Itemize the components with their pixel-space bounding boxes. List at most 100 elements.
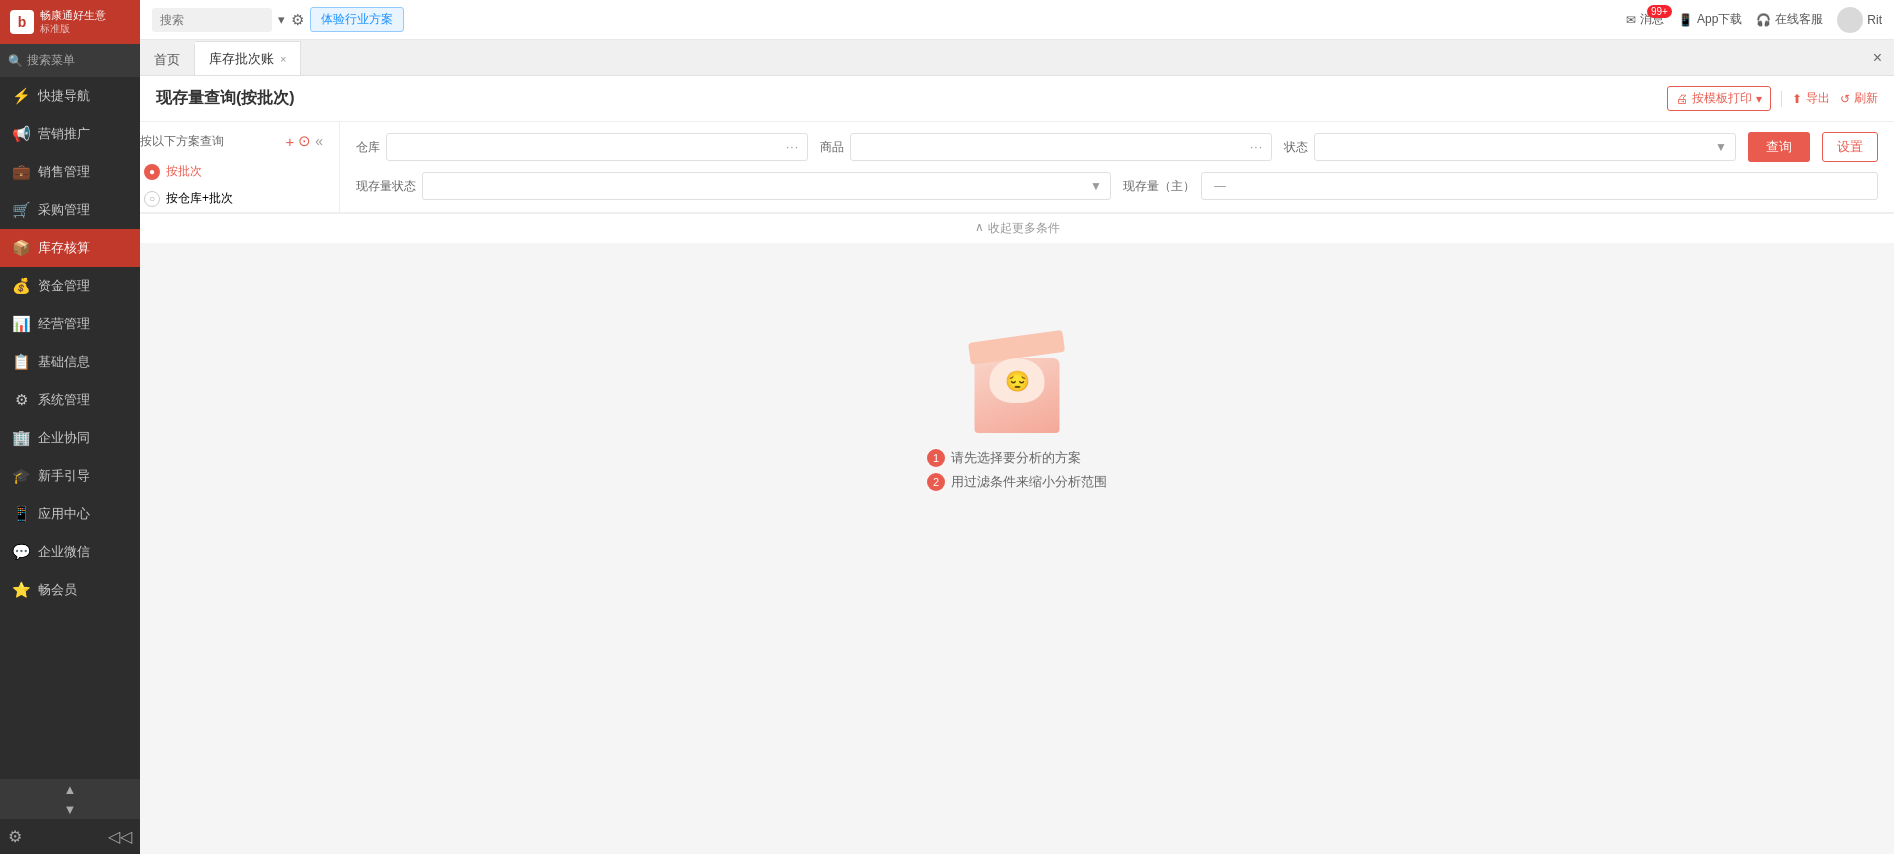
stock-status-filter-group: 现存量状态 ▼ [356, 172, 1111, 200]
tab-inventory-batch[interactable]: 库存批次账 × [195, 41, 301, 75]
newbie-icon: 🎓 [12, 467, 30, 485]
export-btn[interactable]: ⬆ 导出 [1792, 90, 1830, 107]
empty-hints: 1 请先选择要分析的方案 2 用过滤条件来缩小分析范围 [927, 449, 1107, 491]
empty-hint-1: 1 请先选择要分析的方案 [927, 449, 1107, 467]
warehouse-input[interactable]: ··· [386, 133, 808, 161]
sidebar-item-members[interactable]: ⭐ 畅会员 [0, 571, 140, 609]
hint-2-text: 用过滤条件来缩小分析范围 [951, 473, 1107, 491]
scheme-dot: ○ [144, 191, 160, 207]
scheme-panel: 按以下方案查询 + ⊙ « ● 按批次 ○ 按仓库+批次 [140, 122, 340, 212]
hint-1-num: 1 [927, 449, 945, 467]
filter-area: 按以下方案查询 + ⊙ « ● 按批次 ○ 按仓库+批次 [140, 122, 1894, 213]
experience-btn[interactable]: 体验行业方案 [310, 7, 404, 32]
stock-qty-range[interactable]: — [1201, 172, 1878, 200]
scheme-active-dot: ● [144, 164, 160, 180]
quick-nav-icon: ⚡ [12, 87, 30, 105]
print-btn[interactable]: 🖨 按模板打印 ▾ [1667, 86, 1771, 111]
tab-home[interactable]: 首页 [140, 45, 195, 75]
filter-row-1: 仓库 ··· 商品 ··· 状态 [356, 132, 1878, 162]
settings-icon[interactable]: ⚙ [8, 827, 22, 846]
online-service-btn[interactable]: 🎧 在线客服 [1756, 11, 1823, 28]
enterprise-icon: 🏢 [12, 429, 30, 447]
sidebar-item-enterprise-wx[interactable]: 💬 企业微信 [0, 533, 140, 571]
tab-close-icon[interactable]: × [280, 53, 286, 65]
scroll-down-btn[interactable]: ▼ [0, 799, 140, 819]
divider [1781, 91, 1782, 107]
status-select[interactable]: ▼ [1314, 133, 1736, 161]
dropdown-arrow-icon[interactable]: ▾ [278, 12, 285, 27]
status-label: 状态 [1284, 139, 1308, 156]
empty-state: 😔 1 请先选择要分析的方案 2 用过滤条件来缩小分析范围 [140, 243, 1894, 571]
scheme-item-batch[interactable]: ● 按批次 [140, 158, 323, 185]
export-icon: ⬆ [1792, 92, 1802, 106]
refresh-btn[interactable]: ↺ 刷新 [1840, 90, 1878, 107]
sidebar-item-quick-nav[interactable]: ⚡ 快捷导航 [0, 77, 140, 115]
sidebar-footer: ⚙ ◁◁ [0, 819, 140, 854]
sidebar-item-purchase[interactable]: 🛒 采购管理 [0, 191, 140, 229]
sidebar-item-operations[interactable]: 📊 经营管理 [0, 305, 140, 343]
topbar-search-input[interactable] [152, 8, 272, 32]
page-actions: 🖨 按模板打印 ▾ ⬆ 导出 ↺ 刷新 [1667, 86, 1878, 111]
warehouse-filter-group: 仓库 ··· [356, 133, 808, 161]
sidebar-item-marketing[interactable]: 📢 营销推广 [0, 115, 140, 153]
close-panel-btn[interactable]: × [1873, 49, 1882, 67]
headset-icon: 🎧 [1756, 13, 1771, 27]
hint-1-text: 请先选择要分析的方案 [951, 449, 1081, 467]
page-content: 现存量查询(按批次) 🖨 按模板打印 ▾ ⬆ 导出 ↺ 刷新 [140, 76, 1894, 854]
topbar-right: ✉ 消息 99+ 📱 App下载 🎧 在线客服 Rit [1626, 7, 1882, 33]
main-content: ▾ ⚙ 体验行业方案 ✉ 消息 99+ 📱 App下载 🎧 在线客服 Rit [140, 0, 1894, 854]
collapse-scheme-icon[interactable]: « [315, 133, 323, 149]
sidebar-item-sales[interactable]: 💼 销售管理 [0, 153, 140, 191]
printer-icon: 🖨 [1676, 92, 1688, 106]
sidebar-item-finance[interactable]: 💰 资金管理 [0, 267, 140, 305]
purchase-icon: 🛒 [12, 201, 30, 219]
sidebar-header: b 畅康通好生意 标准版 [0, 0, 140, 44]
settings-btn[interactable]: 设置 [1822, 132, 1878, 162]
search-icon: 🔍 [8, 54, 23, 68]
status-filter-group: 状态 ▼ [1284, 133, 1736, 161]
messages-btn[interactable]: ✉ 消息 99+ [1626, 11, 1664, 28]
sidebar-item-inventory[interactable]: 📦 库存核算 [0, 229, 140, 267]
range-dash: — [1214, 179, 1226, 193]
sidebar-item-app-center[interactable]: 📱 应用中心 [0, 495, 140, 533]
sidebar-item-newbie[interactable]: 🎓 新手引导 [0, 457, 140, 495]
scheme-item-warehouse-batch[interactable]: ○ 按仓库+批次 [140, 185, 323, 212]
scheme-icons: + ⊙ « [285, 132, 323, 150]
stock-status-label: 现存量状态 [356, 178, 416, 195]
user-avatar [1837, 7, 1863, 33]
app-version: 标准版 [40, 22, 106, 36]
scheme-header-title: 按以下方案查询 [140, 133, 224, 150]
stock-status-arrow-icon: ▼ [1090, 179, 1102, 193]
sidebar-item-basic-info[interactable]: 📋 基础信息 [0, 343, 140, 381]
sidebar: b 畅康通好生意 标准版 🔍 搜索菜单 ⚡ 快捷导航 📢 营销推广 💼 销售管理… [0, 0, 140, 854]
marketing-icon: 📢 [12, 125, 30, 143]
stock-status-select[interactable]: ▼ [422, 172, 1111, 200]
sales-icon: 💼 [12, 163, 30, 181]
search-menu-item[interactable]: 🔍 搜索菜单 [0, 44, 140, 77]
operations-icon: 📊 [12, 315, 30, 333]
topbar: ▾ ⚙ 体验行业方案 ✉ 消息 99+ 📱 App下载 🎧 在线客服 Rit [140, 0, 1894, 40]
app-download-btn[interactable]: 📱 App下载 [1678, 11, 1742, 28]
empty-hint-2: 2 用过滤条件来缩小分析范围 [927, 473, 1107, 491]
sidebar-item-system[interactable]: ⚙ 系统管理 [0, 381, 140, 419]
page-title: 现存量查询(按批次) [156, 88, 295, 109]
collapse-sidebar-icon[interactable]: ◁◁ [108, 827, 132, 846]
topbar-left: ▾ ⚙ 体验行业方案 [152, 7, 1618, 32]
product-input[interactable]: ··· [850, 133, 1272, 161]
sidebar-item-enterprise[interactable]: 🏢 企业协同 [0, 419, 140, 457]
collapse-row[interactable]: ∧ 收起更多条件 [140, 213, 1894, 243]
user-avatar-btn[interactable]: Rit [1837, 7, 1882, 33]
add-scheme-icon[interactable]: + [285, 133, 294, 150]
print-dropdown-icon[interactable]: ▾ [1756, 92, 1762, 106]
scroll-up-btn[interactable]: ▲ [0, 779, 140, 799]
product-filter-group: 商品 ··· [820, 133, 1272, 161]
product-label: 商品 [820, 139, 844, 156]
page-header: 现存量查询(按批次) 🖨 按模板打印 ▾ ⬆ 导出 ↺ 刷新 [140, 76, 1894, 122]
settings-scheme-icon[interactable]: ⊙ [298, 132, 311, 150]
topbar-gear-icon[interactable]: ⚙ [291, 11, 304, 29]
refresh-icon: ↺ [1840, 92, 1850, 106]
app-center-icon: 📱 [12, 505, 30, 523]
product-dots: ··· [1250, 140, 1263, 154]
query-btn[interactable]: 查询 [1748, 132, 1810, 162]
warehouse-dots: ··· [786, 140, 799, 154]
